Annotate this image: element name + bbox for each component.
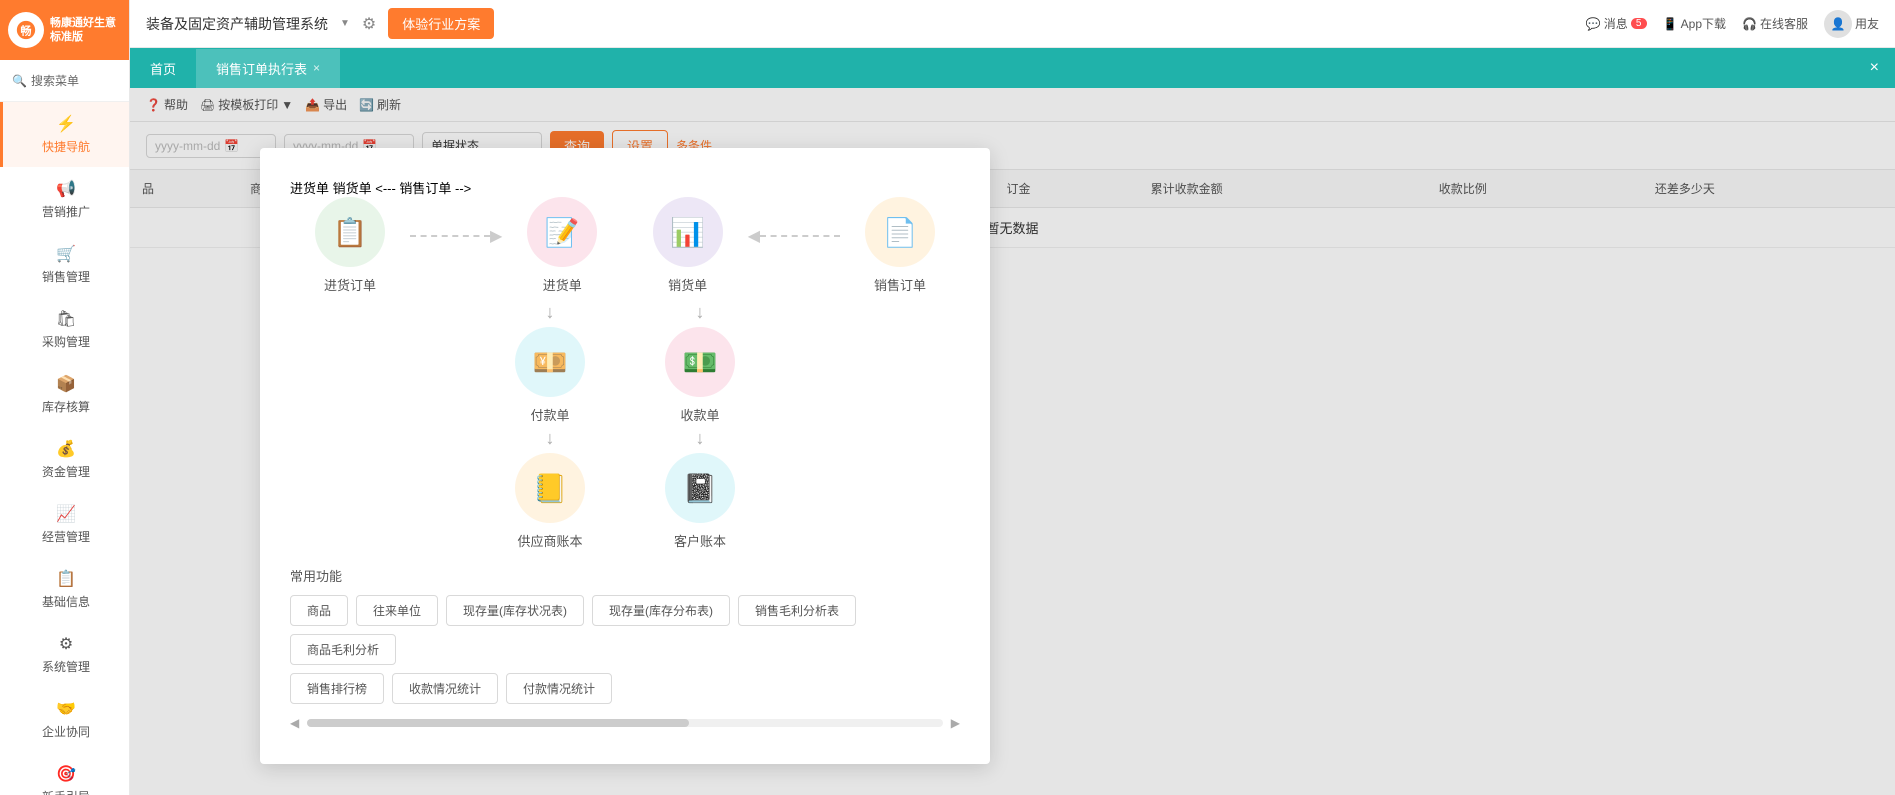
func-btn-receipt-stats[interactable]: 收款情况统计 [392, 673, 498, 704]
guide-icon: 🎯 [56, 764, 76, 784]
sales-order-circle[interactable]: 📄 [865, 197, 935, 267]
system-dropdown-arrow[interactable]: ▼ [340, 18, 350, 29]
system-icon: ⚙ [59, 634, 73, 654]
customer-circle[interactable]: 📓 [665, 453, 735, 523]
func-row-2: 销售排行榜 收款情况统计 付款情况统计 [290, 673, 960, 704]
node-receipt-bill[interactable]: 💵 收款单 [640, 327, 760, 424]
sidebar-item-fund[interactable]: 💰 资金管理 [0, 427, 129, 492]
node-sales-bill[interactable]: 📊 销货单 [628, 197, 748, 294]
logo-icon: 畅 [8, 12, 44, 48]
node-customer-ledger[interactable]: 📓 客户账本 [640, 453, 760, 550]
tab-bar-close-btn[interactable]: × [1854, 59, 1895, 77]
sidebar-item-sales[interactable]: 🛒 销售管理 [0, 232, 129, 297]
online-service-btn[interactable]: 🎧 在线客服 [1742, 15, 1808, 32]
message-badge: 5 [1631, 18, 1647, 29]
func-btn-product[interactable]: 商品 [290, 595, 348, 626]
func-btn-counterparty[interactable]: 往来单位 [356, 595, 438, 626]
tab-home[interactable]: 首页 [130, 49, 196, 88]
purchase-icon: 🛍 [56, 309, 76, 329]
system-title: 装备及固定资产辅助管理系统 [146, 14, 328, 34]
tab-bar: 首页 销售订单执行表 × × [130, 48, 1895, 88]
node-purchase-bill[interactable]: 📝 进货单 [502, 197, 622, 294]
purchase-order-circle[interactable]: 📋 [315, 197, 385, 267]
logo-text: 畅康通好生意 标准版 [50, 16, 116, 45]
sidebar: 畅 畅康通好生意 标准版 🔍 搜索菜单 ⚡ 快捷导航 📢 营销推广 🛒 [0, 0, 130, 795]
service-icon: 🎧 [1742, 17, 1757, 31]
receipt-circle[interactable]: 💵 [665, 327, 735, 397]
purchase-order-label: 进货订单 [324, 275, 376, 294]
user-menu-btn[interactable]: 👤 用友 [1824, 10, 1879, 38]
settings-icon[interactable]: ⚙ [362, 14, 376, 34]
main-content: 装备及固定资产辅助管理系统 ▼ ⚙ 体验行业方案 💬 消息 5 📱 App下载 … [130, 0, 1895, 795]
svg-text:畅: 畅 [21, 24, 32, 38]
customer-label: 客户账本 [674, 531, 726, 550]
sidebar-item-basic[interactable]: 📋 基础信息 [0, 557, 129, 622]
node-sales-order[interactable]: 📄 销售订单 [840, 197, 960, 294]
experience-btn[interactable]: 体验行业方案 [388, 8, 494, 39]
modal-overlay[interactable]: 进货单 销货单 <--- 销售订单 --> 📋 进货订单 ▶ [130, 88, 1895, 795]
message-btn[interactable]: 💬 消息 5 [1586, 15, 1647, 32]
sidebar-nav: ⚡ 快捷导航 📢 营销推广 🛒 销售管理 🛍 采购管理 📦 库存核算 💰 [0, 102, 129, 795]
func-btn-product-profit[interactable]: 商品毛利分析 [290, 634, 396, 665]
sales-icon: 🛒 [56, 244, 76, 264]
purchase-bill-circle[interactable]: 📝 [527, 197, 597, 267]
func-btn-inventory-status[interactable]: 现存量(库存状况表) [446, 595, 584, 626]
scroll-bar-row: ◀ ▶ [290, 712, 960, 734]
node-payment-bill[interactable]: 💴 付款单 [490, 327, 610, 424]
payment-circle[interactable]: 💴 [515, 327, 585, 397]
func-btn-payment-stats[interactable]: 付款情况统计 [506, 673, 612, 704]
func-btn-inventory-dist[interactable]: 现存量(库存分布表) [592, 595, 730, 626]
top-bar: 装备及固定资产辅助管理系统 ▼ ⚙ 体验行业方案 💬 消息 5 📱 App下载 … [130, 0, 1895, 48]
marketing-icon: 📢 [56, 179, 76, 199]
user-avatar: 👤 [1824, 10, 1852, 38]
ops-icon: 📈 [56, 504, 76, 524]
enterprise-icon: 🤝 [56, 699, 76, 719]
search-menu-btn[interactable]: 🔍 搜索菜单 [8, 68, 121, 93]
download-icon: 📱 [1663, 17, 1678, 31]
scroll-left-btn[interactable]: ◀ [290, 716, 299, 730]
quick-nav-panel: 进货单 销货单 <--- 销售订单 --> 📋 进货订单 ▶ [260, 148, 990, 764]
supplier-circle[interactable]: 📒 [515, 453, 585, 523]
inventory-icon: 📦 [56, 374, 76, 394]
sales-bill-label: 销货单 [668, 275, 707, 294]
sidebar-item-ops[interactable]: 📈 经营管理 [0, 492, 129, 557]
sidebar-item-enterprise[interactable]: 🤝 企业协同 [0, 687, 129, 752]
quick-nav-icon: ⚡ [56, 114, 76, 134]
app-download-btn[interactable]: 📱 App下载 [1663, 15, 1726, 32]
node-supplier-ledger[interactable]: 📒 供应商账本 [490, 453, 610, 550]
sidebar-item-inventory[interactable]: 📦 库存核算 [0, 362, 129, 427]
sidebar-item-marketing[interactable]: 📢 营销推广 [0, 167, 129, 232]
receipt-label: 收款单 [680, 405, 719, 424]
purchase-bill-label: 进货单 [543, 275, 582, 294]
sidebar-item-guide[interactable]: 🎯 新手引导 [0, 752, 129, 795]
sidebar-item-system[interactable]: ⚙ 系统管理 [0, 622, 129, 687]
basic-icon: 📋 [56, 569, 76, 589]
top-bar-actions: 💬 消息 5 📱 App下载 🎧 在线客服 👤 用友 [1586, 10, 1879, 38]
supplier-label: 供应商账本 [517, 531, 582, 550]
sidebar-logo: 畅 畅康通好生意 标准版 [0, 0, 129, 60]
func-btn-sales-rank[interactable]: 销售排行榜 [290, 673, 384, 704]
common-functions-title: 常用功能 [290, 566, 960, 585]
sidebar-search-area: 🔍 搜索菜单 [0, 60, 129, 102]
fund-icon: 💰 [56, 439, 76, 459]
tab-close-btn[interactable]: × [313, 61, 320, 75]
tab-sales-order-exec[interactable]: 销售订单执行表 × [196, 49, 340, 88]
scroll-track[interactable] [307, 719, 943, 727]
message-icon: 💬 [1586, 17, 1601, 31]
node-purchase-order[interactable]: 📋 进货订单 [290, 197, 410, 294]
sales-order-label: 销售订单 [874, 275, 926, 294]
func-btn-sales-profit[interactable]: 销售毛利分析表 [738, 595, 856, 626]
search-icon: 🔍 [12, 74, 27, 88]
sidebar-item-purchase[interactable]: 🛍 采购管理 [0, 297, 129, 362]
func-row-1: 商品 往来单位 现存量(库存状况表) 现存量(库存分布表) 销售毛利分析表 商品… [290, 595, 960, 665]
page-content: ❓ 帮助 🖨 按模板打印 ▼ 📤 导出 🔄 刷新 [130, 88, 1895, 795]
sales-bill-circle[interactable]: 📊 [653, 197, 723, 267]
sidebar-item-quick-nav[interactable]: ⚡ 快捷导航 [0, 102, 129, 167]
scroll-right-btn[interactable]: ▶ [951, 716, 960, 730]
payment-label: 付款单 [530, 405, 569, 424]
common-functions: 常用功能 商品 往来单位 现存量(库存状况表) 现存量(库存分布表) 销售毛利分… [290, 566, 960, 704]
scroll-thumb [307, 719, 688, 727]
